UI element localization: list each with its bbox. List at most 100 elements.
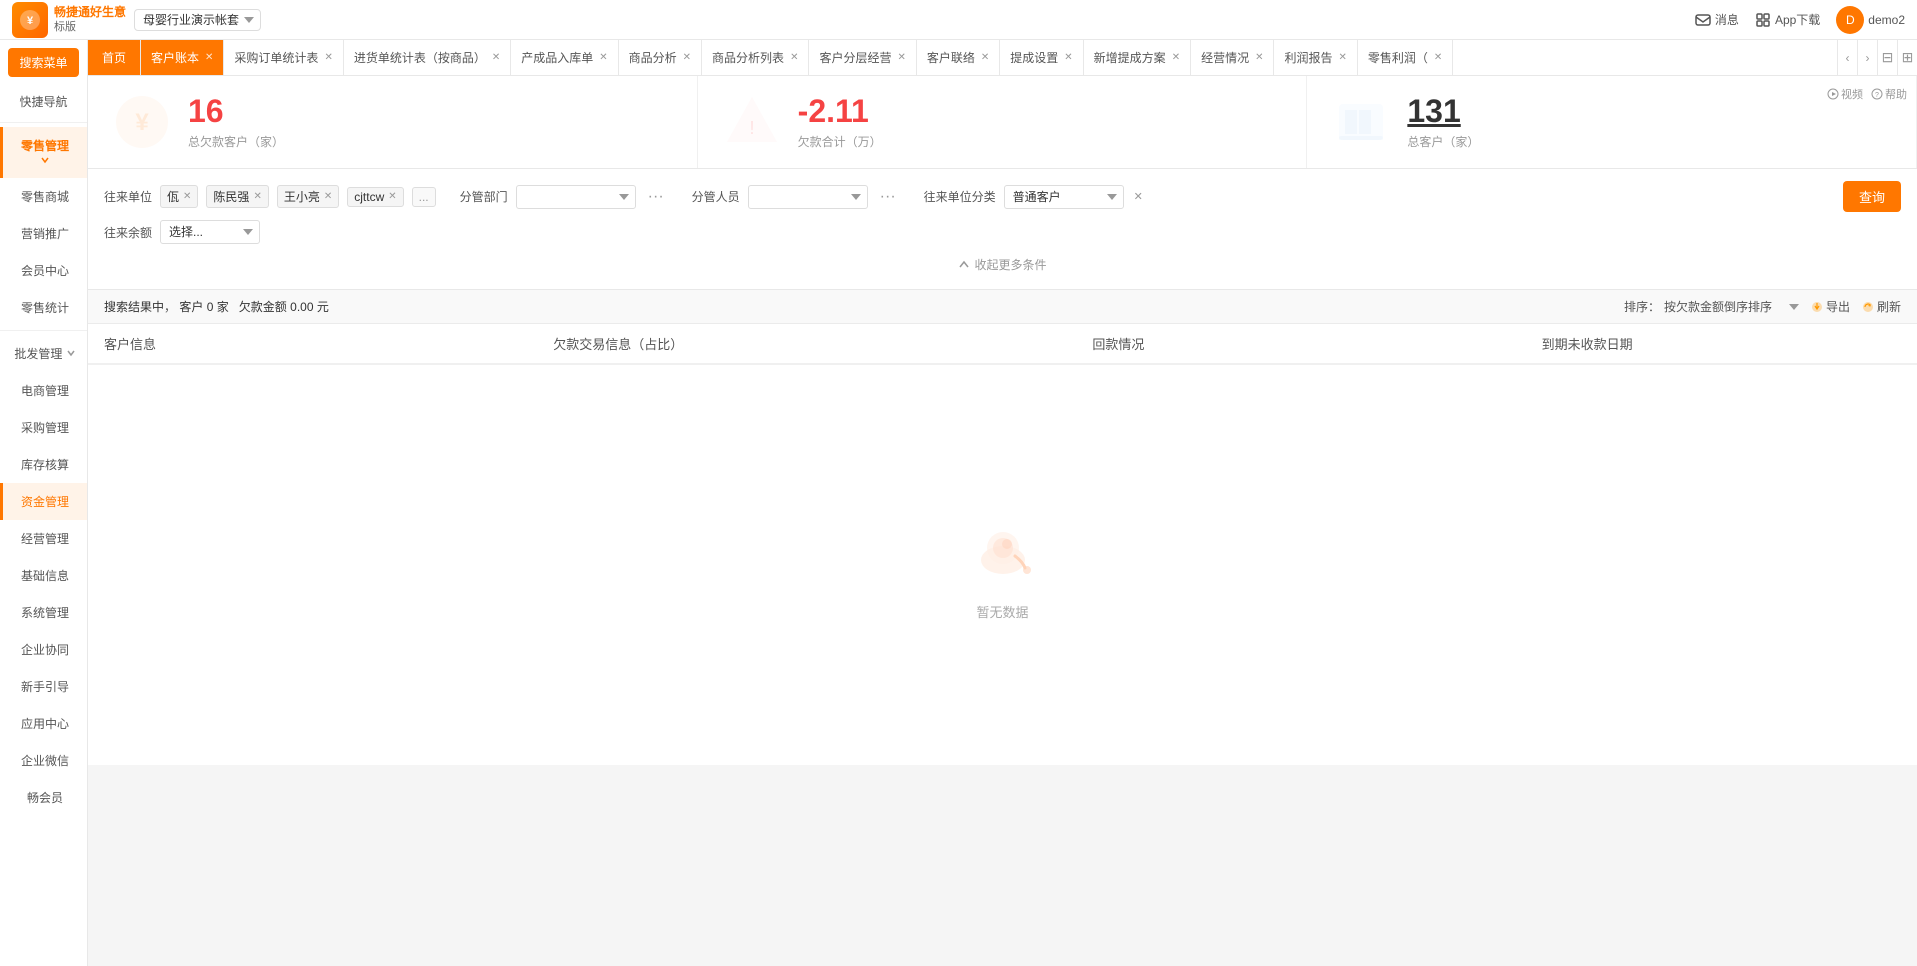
close-new-mention[interactable]: ✕ (1172, 52, 1180, 63)
tab-customer-layer[interactable]: 客户分层经营 ✕ (809, 40, 916, 76)
sidebar-item-enterprise-collab[interactable]: 企业协同 (0, 631, 87, 668)
sidebar-item-member-center[interactable]: 会员中心 (0, 252, 87, 289)
close-product-analysis[interactable]: ✕ (683, 52, 691, 63)
tab-cost-inbound[interactable]: 产成品入库单 ✕ (511, 40, 618, 76)
store-select[interactable]: 母婴行业演示帐套 (134, 9, 261, 31)
sidebar-item-new-guide[interactable]: 新手引导 (0, 668, 87, 705)
remove-tag-2[interactable]: ✕ (253, 191, 261, 202)
tab-next-arrow[interactable]: › (1857, 40, 1877, 76)
col-overdue-transaction: 欠款交易信息（占比） (553, 334, 1092, 353)
query-button[interactable]: 查询 (1843, 181, 1901, 212)
overdue-value: 0.00 (290, 300, 313, 314)
filter-area: 往来单位 佤 ✕ 陈民强 ✕ 王小亮 ✕ cjttcw (88, 169, 1917, 290)
close-purchase-stats[interactable]: ✕ (324, 52, 332, 63)
account-action[interactable]: D demo2 (1836, 6, 1905, 34)
sidebar-item-finance[interactable]: 资金管理 (0, 483, 87, 520)
close-accounts-book[interactable]: ✕ (205, 52, 213, 63)
filter-row-1: 往来单位 佤 ✕ 陈民强 ✕ 王小亮 ✕ cjttcw (104, 181, 1901, 212)
help-link[interactable]: ? 帮助 (1871, 86, 1907, 102)
tab-home[interactable]: 首页 (88, 40, 141, 76)
remove-unit-class[interactable]: ✕ (1134, 190, 1143, 203)
filter-tag-unit-2[interactable]: 王小亮 ✕ (277, 185, 339, 208)
tab-profit-report[interactable]: 利润报告 ✕ (1274, 40, 1357, 76)
tab-product-analysis-list[interactable]: 商品分析列表 ✕ (702, 40, 809, 76)
empty-state-icon (963, 510, 1043, 590)
dept-dots[interactable]: ··· (644, 188, 668, 206)
sidebar-item-enterprise-wechat[interactable]: 企业微信 (0, 742, 87, 779)
stat-help-area: 视频 ? 帮助 (1827, 86, 1907, 102)
filter-tag-unit-all[interactable]: 佤 ✕ (160, 185, 198, 208)
remainder-select[interactable]: 选择... (160, 220, 260, 244)
sidebar-item-purchase[interactable]: 采购管理 (0, 409, 87, 446)
tab-product-analysis[interactable]: 商品分析 ✕ (619, 40, 702, 76)
filter-more-btn[interactable]: ... (412, 187, 436, 207)
tab-inbound-stats[interactable]: 进货单统计表（按商品） ✕ (344, 40, 511, 76)
collapse-more-btn[interactable]: 收起更多条件 (104, 252, 1901, 277)
tab-retail-profit[interactable]: 零售利润（ ✕ (1358, 40, 1453, 76)
sidebar-item-retail-stats[interactable]: 零售统计 (0, 289, 87, 326)
export-button[interactable]: 导出 (1811, 298, 1850, 315)
filter-tag-unit-1[interactable]: 陈民强 ✕ (206, 185, 268, 208)
close-cost-inbound[interactable]: ✕ (599, 52, 607, 63)
tab-accounts-book[interactable]: 客户账本 ✕ (141, 40, 224, 76)
sidebar-item-retail-mall[interactable]: 零售商城 (0, 178, 87, 215)
close-customer-contact[interactable]: ✕ (981, 52, 989, 63)
main-layout: 搜索菜单 快捷导航 零售管理 零售商城 营销推广 会员中心 零售统计 批发管理 … (0, 40, 1917, 966)
close-product-analysis-list[interactable]: ✕ (790, 52, 798, 63)
tab-more-arrow[interactable]: ⊟ (1877, 40, 1897, 76)
sidebar-item-ecommerce[interactable]: 电商管理 (0, 372, 87, 409)
video-help-link[interactable]: 视频 (1827, 86, 1863, 102)
tab-ops-situation[interactable]: 经营情况 ✕ (1191, 40, 1274, 76)
sidebar-item-ops[interactable]: 经营管理 (0, 520, 87, 557)
person-dots[interactable]: ··· (876, 188, 900, 206)
sort-select[interactable]: 按欠款金额倒序排序 (1664, 300, 1785, 314)
tab-customer-contact[interactable]: 客户联络 ✕ (917, 40, 1000, 76)
table-header: 客户信息 欠款交易信息（占比） 回款情况 到期未收款日期 (88, 324, 1917, 365)
unit-class-select[interactable]: 普通客户 (1004, 185, 1124, 209)
remove-tag-4[interactable]: ✕ (388, 191, 396, 202)
stat-overdue-total-values: -2.11 欠款合计（万） (798, 94, 882, 150)
tab-prev-arrow[interactable]: ‹ (1837, 40, 1857, 76)
account-label: demo2 (1868, 13, 1905, 27)
tab-expand-arrow[interactable]: ⊞ (1897, 40, 1917, 76)
tab-mention-settings[interactable]: 提成设置 ✕ (1000, 40, 1083, 76)
refresh-button[interactable]: 刷新 (1862, 298, 1901, 315)
sidebar-item-app-center[interactable]: 应用中心 (0, 705, 87, 742)
sidebar-item-marketing[interactable]: 营销推广 (0, 215, 87, 252)
close-profit-report[interactable]: ✕ (1339, 52, 1347, 63)
tab-new-mention[interactable]: 新增提成方案 ✕ (1084, 40, 1191, 76)
unit-class-label: 往来单位分类 (924, 188, 996, 205)
topbar-right: 消息 App下载 D demo2 (1695, 6, 1905, 34)
close-inbound-stats[interactable]: ✕ (492, 52, 500, 63)
stat-total-customers: 131 总客户（家） (1307, 76, 1917, 168)
sidebar-item-batch-mgmt[interactable]: 批发管理 (0, 335, 87, 372)
search-menu-button[interactable]: 搜索菜单 (8, 48, 79, 77)
tab-purchase-stats[interactable]: 采购订单统计表 ✕ (224, 40, 343, 76)
dept-select[interactable] (516, 185, 636, 209)
sidebar-item-inventory[interactable]: 库存核算 (0, 446, 87, 483)
sidebar-item-retail-mgmt[interactable]: 零售管理 (0, 127, 87, 178)
close-customer-layer[interactable]: ✕ (897, 52, 905, 63)
remove-tag-3[interactable]: ✕ (324, 191, 332, 202)
chevron-up-icon (958, 259, 970, 271)
remove-tag-1[interactable]: ✕ (183, 191, 191, 202)
col-repayment: 回款情况 (1092, 334, 1541, 353)
app-download-action[interactable]: App下载 (1755, 11, 1820, 28)
close-ops-situation[interactable]: ✕ (1255, 52, 1263, 63)
tabbar: 首页 客户账本 ✕ 采购订单统计表 ✕ 进货单统计表（按商品） ✕ 产成品入库单… (88, 40, 1917, 76)
sidebar-search-area: 搜索菜单 (0, 40, 87, 85)
sidebar-item-basic-info[interactable]: 基础信息 (0, 557, 87, 594)
table-body: 暂无数据 (88, 365, 1917, 765)
svg-text:?: ? (1875, 92, 1879, 99)
message-action[interactable]: 消息 (1695, 11, 1739, 28)
topbar: ¥ 畅捷通好生意 标版 母婴行业演示帐套 消息 (0, 0, 1917, 40)
sidebar-item-system[interactable]: 系统管理 (0, 594, 87, 631)
stat-overdue-values: 16 总欠款客户（家） (188, 94, 284, 150)
close-mention-settings[interactable]: ✕ (1064, 52, 1072, 63)
close-retail-profit[interactable]: ✕ (1434, 52, 1442, 63)
filter-tag-unit-3[interactable]: cjttcw ✕ (347, 187, 403, 207)
person-select[interactable] (748, 185, 868, 209)
sort-selector[interactable]: 排序： 按欠款金额倒序排序 (1624, 298, 1799, 315)
quick-nav-button[interactable]: 快捷导航 (0, 85, 87, 118)
sidebar-item-pro-member[interactable]: 畅会员 (0, 779, 87, 816)
